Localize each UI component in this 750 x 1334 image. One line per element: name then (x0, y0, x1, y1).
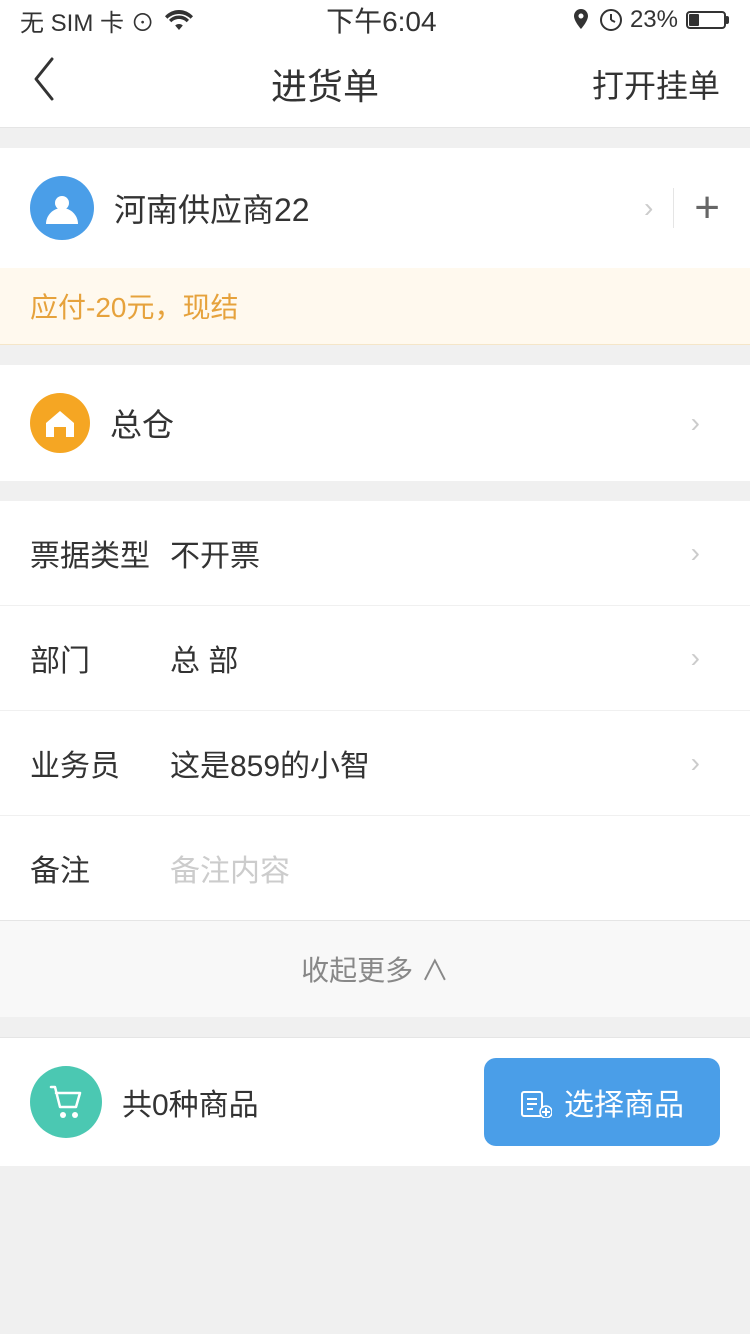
salesperson-row[interactable]: 业务员 这是859的小智 › (0, 711, 750, 816)
status-right: 23% (570, 6, 730, 34)
goods-count: 共0种商品 (122, 1080, 484, 1124)
open-pending-button[interactable]: 打开挂单 (592, 61, 720, 107)
remark-label: 备注 (30, 846, 170, 890)
salesperson-chevron-icon: › (691, 747, 700, 779)
supplier-chevron-icon: › (644, 192, 653, 224)
supplier-avatar (30, 176, 94, 240)
vertical-divider (673, 188, 674, 228)
status-time: 下午6:04 (326, 0, 437, 40)
select-goods-button[interactable]: 选择商品 (484, 1058, 720, 1146)
warehouse-house-icon (44, 407, 76, 439)
invoice-value: 不开票 (170, 531, 691, 575)
department-row[interactable]: 部门 总 部 › (0, 606, 750, 711)
select-goods-label: 选择商品 (564, 1080, 684, 1124)
remark-input[interactable]: 备注内容 (170, 846, 720, 890)
status-bar: 无 SIM 卡 ⊙ 下午6:04 23% (0, 0, 750, 40)
cart-icon-wrap (30, 1066, 102, 1138)
person-icon (44, 190, 80, 226)
back-button[interactable] (30, 55, 58, 112)
supplier-name: 河南供应商22 (114, 185, 644, 231)
department-chevron-icon: › (691, 642, 700, 674)
warehouse-name: 总仓 (110, 400, 691, 446)
salesperson-value: 这是859的小智 (170, 741, 691, 785)
collapse-more-button[interactable]: 收起更多 ∧ (0, 920, 750, 1017)
add-supplier-button[interactable]: + (694, 186, 720, 230)
department-label: 部门 (30, 636, 170, 680)
warehouse-icon (30, 393, 90, 453)
select-goods-icon (520, 1086, 552, 1118)
page-title: 进货单 (271, 58, 379, 110)
no-sim-text: 无 SIM 卡 ⊙ (20, 3, 155, 38)
status-left: 无 SIM 卡 ⊙ (20, 3, 193, 38)
notice-bar: 应付-20元，现结 (0, 268, 750, 345)
cart-icon (46, 1082, 86, 1122)
warehouse-chevron-icon: › (691, 407, 700, 439)
invoice-row[interactable]: 票据类型 不开票 › (0, 501, 750, 606)
battery-text: 23% (630, 6, 678, 34)
location-icon (570, 9, 592, 31)
nav-bar: 进货单 打开挂单 (0, 40, 750, 128)
section-gap-2 (0, 345, 750, 365)
supplier-section: 河南供应商22 › + 应付-20元，现结 (0, 148, 750, 345)
bottom-bar: 共0种商品 选择商品 (0, 1037, 750, 1166)
supplier-row[interactable]: 河南供应商22 › + (0, 148, 750, 268)
section-gap-3 (0, 481, 750, 501)
warehouse-row[interactable]: 总仓 › (0, 365, 750, 481)
clock-icon (600, 9, 622, 31)
battery-icon (686, 9, 730, 31)
remark-row[interactable]: 备注 备注内容 (0, 816, 750, 920)
salesperson-label: 业务员 (30, 741, 170, 785)
department-value: 总 部 (170, 636, 691, 680)
form-section: 票据类型 不开票 › 部门 总 部 › 业务员 这是859的小智 › 备注 备注… (0, 501, 750, 920)
section-gap-4 (0, 1017, 750, 1037)
invoice-chevron-icon: › (691, 537, 700, 569)
wifi-icon (165, 10, 193, 30)
main-content: 河南供应商22 › + 应付-20元，现结 总仓 › 票据类型 不开票 (0, 128, 750, 1334)
section-gap-1 (0, 128, 750, 148)
invoice-label: 票据类型 (30, 531, 170, 575)
warehouse-section: 总仓 › (0, 365, 750, 481)
